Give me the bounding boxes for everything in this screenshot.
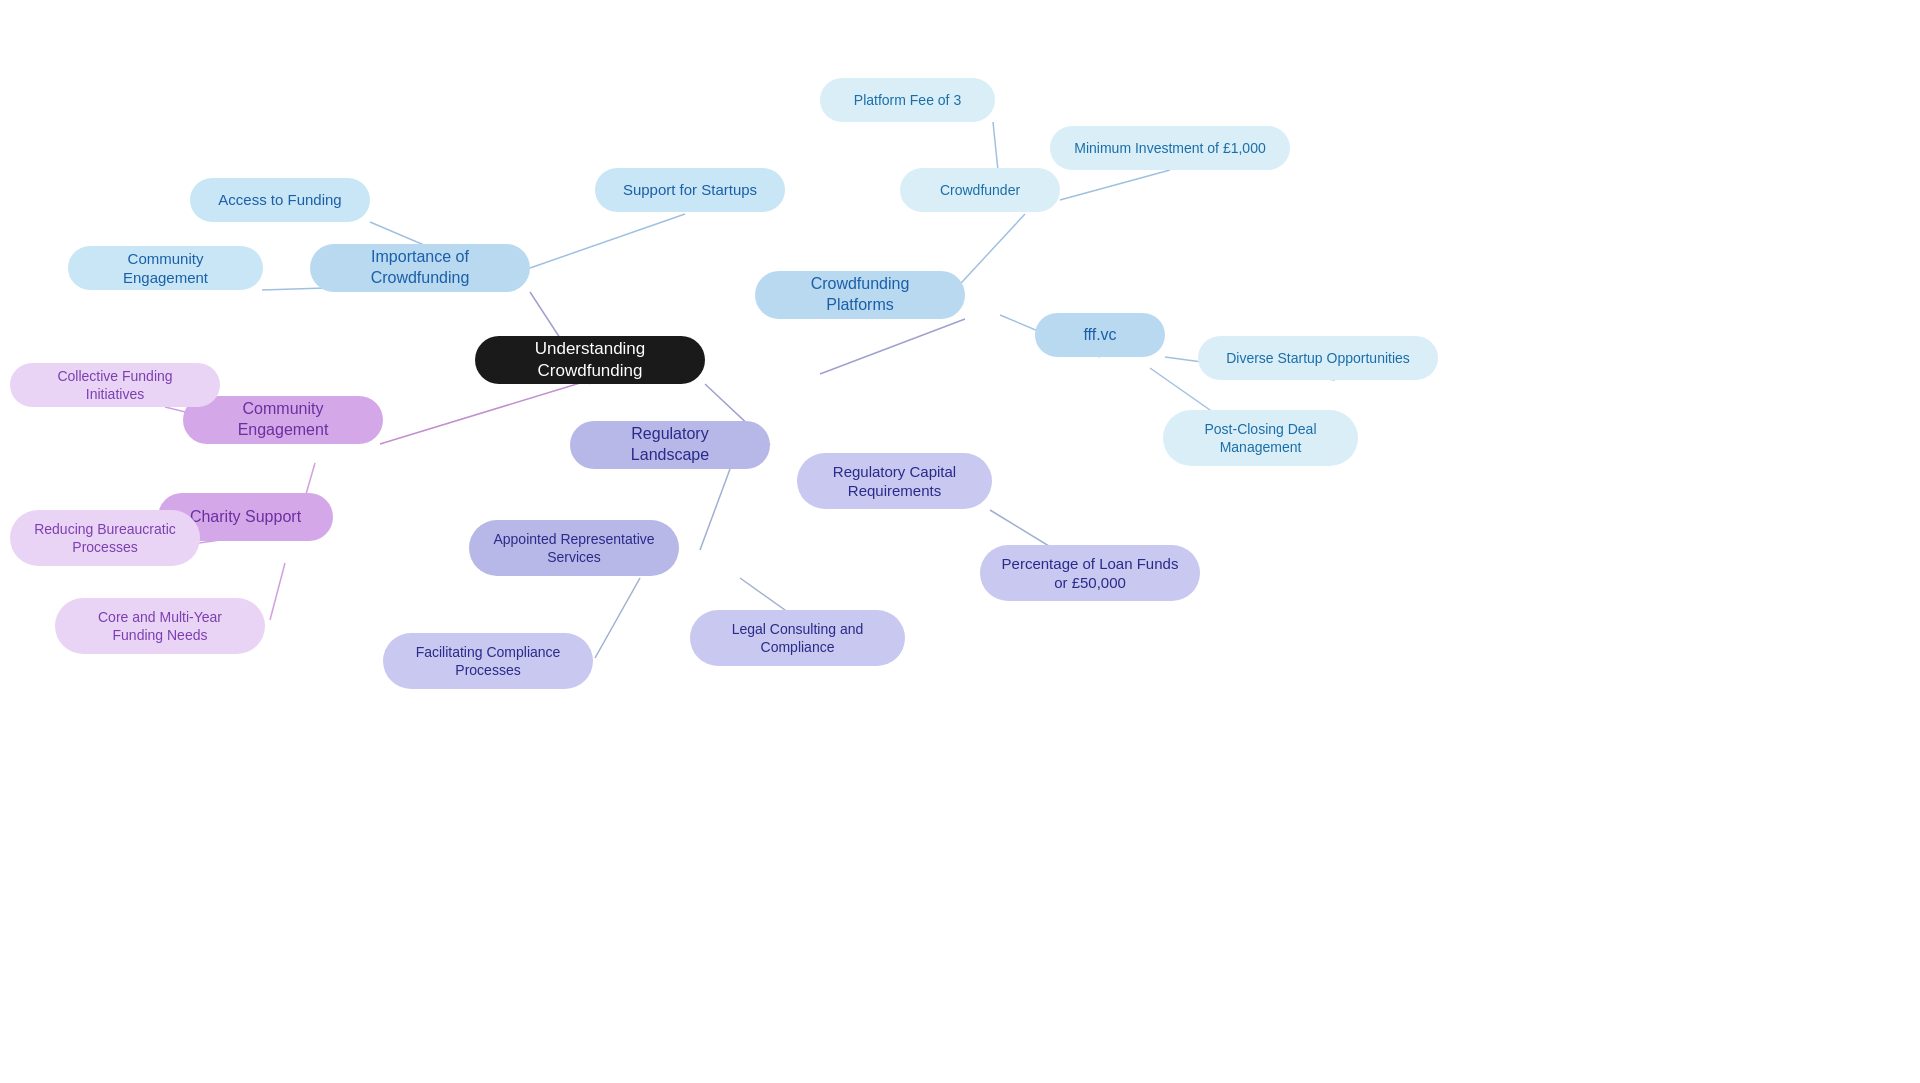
node-appointed-rep[interactable]: Appointed Representative Services <box>469 520 679 576</box>
node-fff-vc[interactable]: fff.vc <box>1035 313 1165 357</box>
node-crowdfunding-platforms[interactable]: Crowdfunding Platforms <box>755 271 965 319</box>
node-regulatory-landscape[interactable]: Regulatory Landscape <box>570 421 770 469</box>
center-node[interactable]: Understanding Crowdfunding <box>475 336 705 384</box>
node-legal-consulting[interactable]: Legal Consulting and Compliance <box>690 610 905 666</box>
node-minimum-investment[interactable]: Minimum Investment of £1,000 <box>1050 126 1290 170</box>
node-regulatory-capital[interactable]: Regulatory Capital Requirements <box>797 453 992 509</box>
node-core-funding[interactable]: Core and Multi-Year Funding Needs <box>55 598 265 654</box>
svg-line-2 <box>530 214 685 268</box>
node-access-funding[interactable]: Access to Funding <box>190 178 370 222</box>
svg-line-7 <box>1060 170 1170 200</box>
node-community-engagement-top[interactable]: Community Engagement <box>68 246 263 290</box>
node-platform-fee[interactable]: Platform Fee of 3 <box>820 78 995 122</box>
svg-line-4 <box>820 319 965 374</box>
node-community-engagement-left[interactable]: Community Engagement <box>183 396 383 444</box>
node-percentage-loan[interactable]: Percentage of Loan Funds or £50,000 <box>980 545 1200 601</box>
node-post-closing[interactable]: Post-Closing Deal Management <box>1163 410 1358 466</box>
node-crowdfunder[interactable]: Crowdfunder <box>900 168 1060 212</box>
svg-line-17 <box>380 380 590 444</box>
svg-line-21 <box>270 563 285 620</box>
svg-line-14 <box>700 469 730 550</box>
node-importance-crowdfunding[interactable]: Importance of Crowdfunding <box>310 244 530 292</box>
svg-line-15 <box>595 578 640 658</box>
node-facilitating-compliance[interactable]: Facilitating Compliance Processes <box>383 633 593 689</box>
node-reducing-bureaucratic[interactable]: Reducing Bureaucratic Processes <box>10 510 200 566</box>
node-support-startups[interactable]: Support for Startups <box>595 168 785 212</box>
node-diverse-startup[interactable]: Diverse Startup Opportunities <box>1198 336 1438 380</box>
node-collective-funding[interactable]: Collective Funding Initiatives <box>10 363 220 407</box>
